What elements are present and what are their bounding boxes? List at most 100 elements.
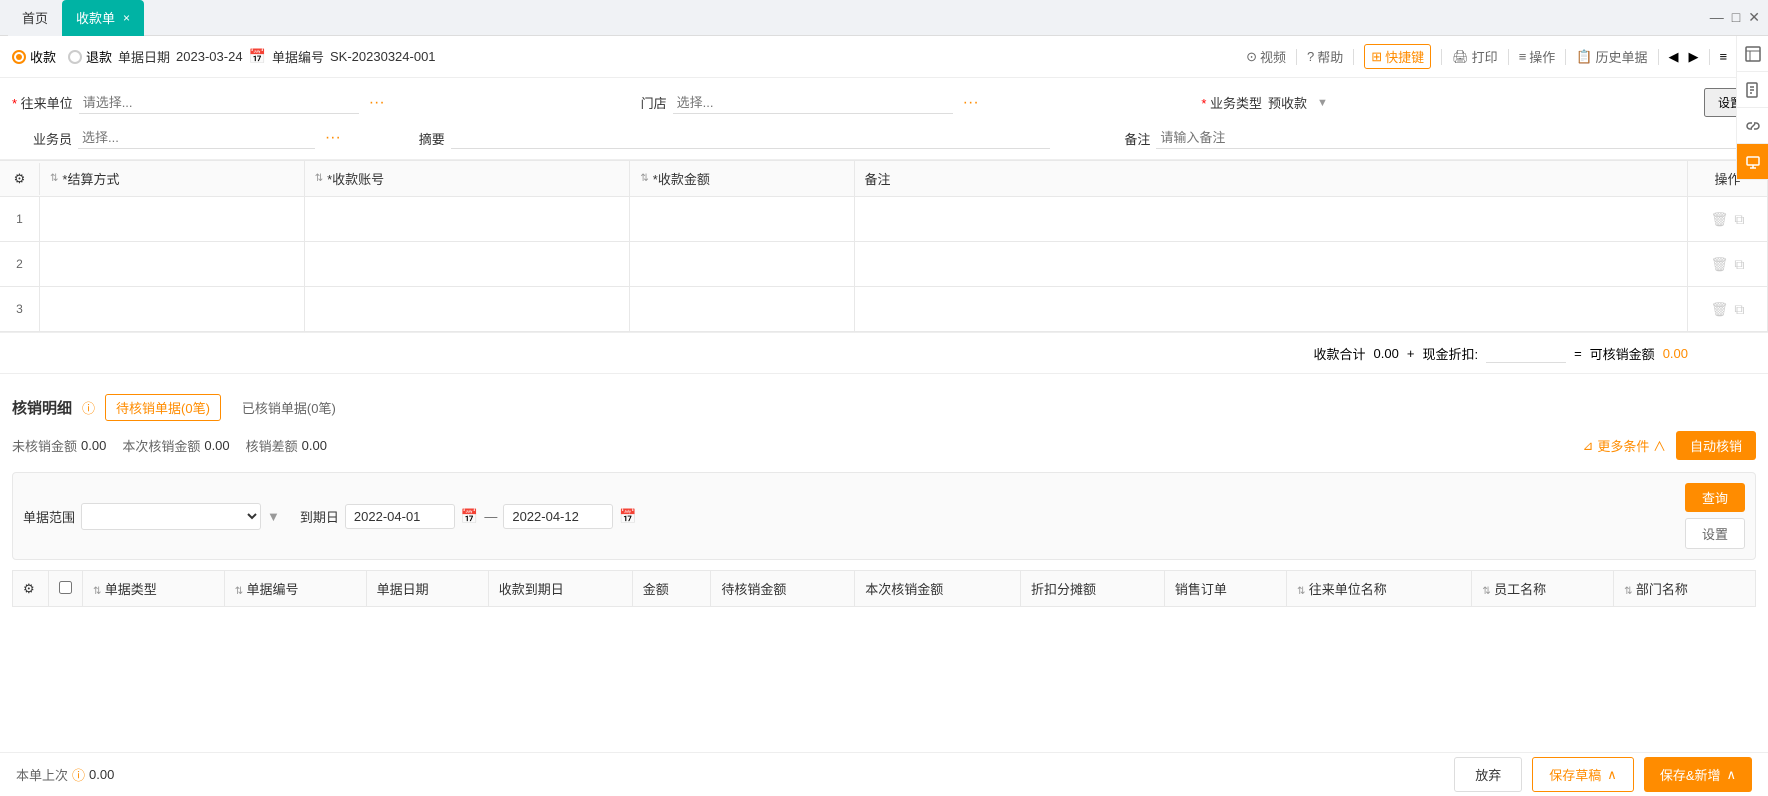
dth-doc-type: ⇅ 单据类型 <box>83 571 225 607</box>
window-controls: — □ ✕ <box>1710 9 1760 26</box>
delete-icon-3[interactable]: 🗑 <box>1711 301 1729 318</box>
info-icon-bottom[interactable]: ⓘ <box>72 765 85 784</box>
gear-icon[interactable]: ⚙ <box>14 171 26 187</box>
dth-checkbox[interactable] <box>49 571 83 607</box>
maximize-icon[interactable]: □ <box>1732 9 1740 26</box>
dth-employee: ⇅ 员工名称 <box>1472 571 1614 607</box>
td-settlement-3[interactable] <box>40 287 305 331</box>
right-panel-table-icon[interactable] <box>1737 36 1768 72</box>
shortcut-btn[interactable]: ⊞快捷键 <box>1364 44 1431 69</box>
cal-end-icon[interactable]: 📅 <box>619 508 636 525</box>
hx-tab-pending[interactable]: 待核销单据(0笔) <box>105 394 221 421</box>
stat-unrec-value: 0.00 <box>81 438 106 453</box>
save-new-label: 保存&新增 <box>1660 765 1721 784</box>
copy-icon-3[interactable]: ⧉ <box>1734 301 1744 318</box>
abandon-btn[interactable]: 放弃 <box>1454 757 1522 792</box>
summary-input[interactable] <box>451 127 1051 149</box>
history-btn[interactable]: 📋历史单据 <box>1576 47 1647 66</box>
due-date-end-input[interactable] <box>503 504 613 529</box>
due-date-label: 到期日 <box>300 507 339 526</box>
counterparty-label: 往来单位 <box>12 93 73 112</box>
cal-start-icon[interactable]: 📅 <box>461 508 478 525</box>
save-new-btn[interactable]: 保存&新增 ∧ <box>1644 757 1752 792</box>
counterparty-more-btn[interactable]: ··· <box>365 94 389 112</box>
th-account-label: *收款账号 <box>327 169 384 188</box>
dth-doc-num: ⇅ 单据编号 <box>224 571 366 607</box>
nav-next-icon[interactable]: ▶ <box>1689 49 1699 65</box>
td-remark-3[interactable] <box>855 287 1688 331</box>
select-all-checkbox[interactable] <box>59 581 72 594</box>
equals-sign: = <box>1574 346 1582 361</box>
account-sort-icon[interactable]: ⇅ <box>315 173 323 184</box>
business-type-value: 预收款 <box>1268 93 1307 112</box>
copy-icon-2[interactable]: ⧉ <box>1734 256 1744 273</box>
delete-icon-1[interactable]: 🗑 <box>1711 211 1729 228</box>
td-account-3[interactable] <box>305 287 631 331</box>
tab-receipt[interactable]: 收款单 × <box>62 0 144 36</box>
print-btn[interactable]: 🖨打印 <box>1452 47 1498 66</box>
tab-close-icon[interactable]: × <box>123 11 130 25</box>
radio-shoukuan-label: 收款 <box>30 47 56 66</box>
radio-dot-shoukuan <box>12 50 26 64</box>
minimize-icon[interactable]: — <box>1710 9 1724 26</box>
video-btn[interactable]: ⊙视频 <box>1246 47 1286 66</box>
nav-prev-icon[interactable]: ◀ <box>1669 49 1679 65</box>
settlement-sort-icon[interactable]: ⇅ <box>50 173 58 184</box>
hx-section: 核销明细 ⓘ 待核销单据(0笔) 已核销单据(0笔) 未核销金额 0.00 本次… <box>0 382 1768 619</box>
store-label: 门店 <box>607 93 667 112</box>
total-value: 0.00 <box>1374 346 1399 361</box>
radio-shoukuan[interactable]: 收款 <box>12 47 56 66</box>
td-account-2[interactable] <box>305 242 631 286</box>
save-draft-arrow: ∧ <box>1607 767 1617 783</box>
close-icon[interactable]: ✕ <box>1748 9 1760 26</box>
plus-sign: + <box>1407 346 1415 361</box>
store-more-btn[interactable]: ··· <box>959 94 983 112</box>
help-btn[interactable]: ?帮助 <box>1307 47 1343 66</box>
right-panel-link-icon[interactable] <box>1737 108 1768 144</box>
remark-input[interactable] <box>1156 127 1756 149</box>
copy-icon-1[interactable]: ⧉ <box>1734 211 1744 228</box>
right-panel-screen-icon[interactable] <box>1737 144 1768 180</box>
hx-tab-done[interactable]: 已核销单据(0笔) <box>231 394 347 421</box>
doc-range-select[interactable] <box>81 503 261 530</box>
salesman-more-btn[interactable]: ··· <box>321 129 345 147</box>
auto-hx-btn[interactable]: 自动核销 <box>1676 431 1756 460</box>
amount-sort-icon[interactable]: ⇅ <box>640 173 648 184</box>
receivable-label: 可核销金额 <box>1590 344 1655 363</box>
hx-info-icon[interactable]: ⓘ <box>82 398 95 417</box>
dth-gear[interactable]: ⚙ <box>13 571 49 607</box>
business-type-arrow[interactable]: ▼ <box>1317 97 1328 109</box>
td-settlement-1[interactable] <box>40 197 305 241</box>
filter-buttons: 查询 设置 <box>1685 483 1745 549</box>
discount-input[interactable] <box>1486 343 1566 363</box>
calendar-icon[interactable]: 📅 <box>249 48 266 65</box>
radio-tuikuan[interactable]: 退款 <box>68 47 112 66</box>
counterparty-input[interactable] <box>79 92 359 114</box>
td-amount-3[interactable] <box>630 287 854 331</box>
th-gear[interactable]: ⚙ <box>0 163 40 195</box>
hx-title-row: 核销明细 ⓘ 待核销单据(0笔) 已核销单据(0笔) <box>12 394 1756 421</box>
remark-group: 备注 <box>1050 127 1756 149</box>
td-amount-2[interactable] <box>630 242 854 286</box>
td-remark-1[interactable] <box>855 197 1688 241</box>
tab-home[interactable]: 首页 <box>8 0 62 36</box>
more-conditions-btn[interactable]: ⊿ 更多条件 ∧ <box>1582 436 1666 455</box>
save-draft-btn[interactable]: 保存草稿 ∧ <box>1532 757 1634 792</box>
right-panel-doc-icon[interactable] <box>1737 72 1768 108</box>
td-settlement-2[interactable] <box>40 242 305 286</box>
delete-icon-2[interactable]: 🗑 <box>1711 256 1729 273</box>
this-order-value: 0.00 <box>89 767 114 782</box>
view-list-icon[interactable]: ≡ <box>1720 49 1728 64</box>
operation-btn[interactable]: ≡操作 <box>1519 47 1556 66</box>
dth-gear-icon[interactable]: ⚙ <box>23 581 35 596</box>
salesman-input[interactable] <box>78 127 315 149</box>
hx-toolbar-right: ⊿ 更多条件 ∧ 自动核销 <box>1582 431 1756 460</box>
filter-settings-btn[interactable]: 设置 <box>1685 518 1745 549</box>
dth-department: ⇅ 部门名称 <box>1614 571 1756 607</box>
due-date-start-input[interactable] <box>345 504 455 529</box>
query-btn[interactable]: 查询 <box>1685 483 1745 512</box>
td-account-1[interactable] <box>305 197 631 241</box>
td-remark-2[interactable] <box>855 242 1688 286</box>
store-input[interactable] <box>673 92 953 114</box>
td-amount-1[interactable] <box>630 197 854 241</box>
